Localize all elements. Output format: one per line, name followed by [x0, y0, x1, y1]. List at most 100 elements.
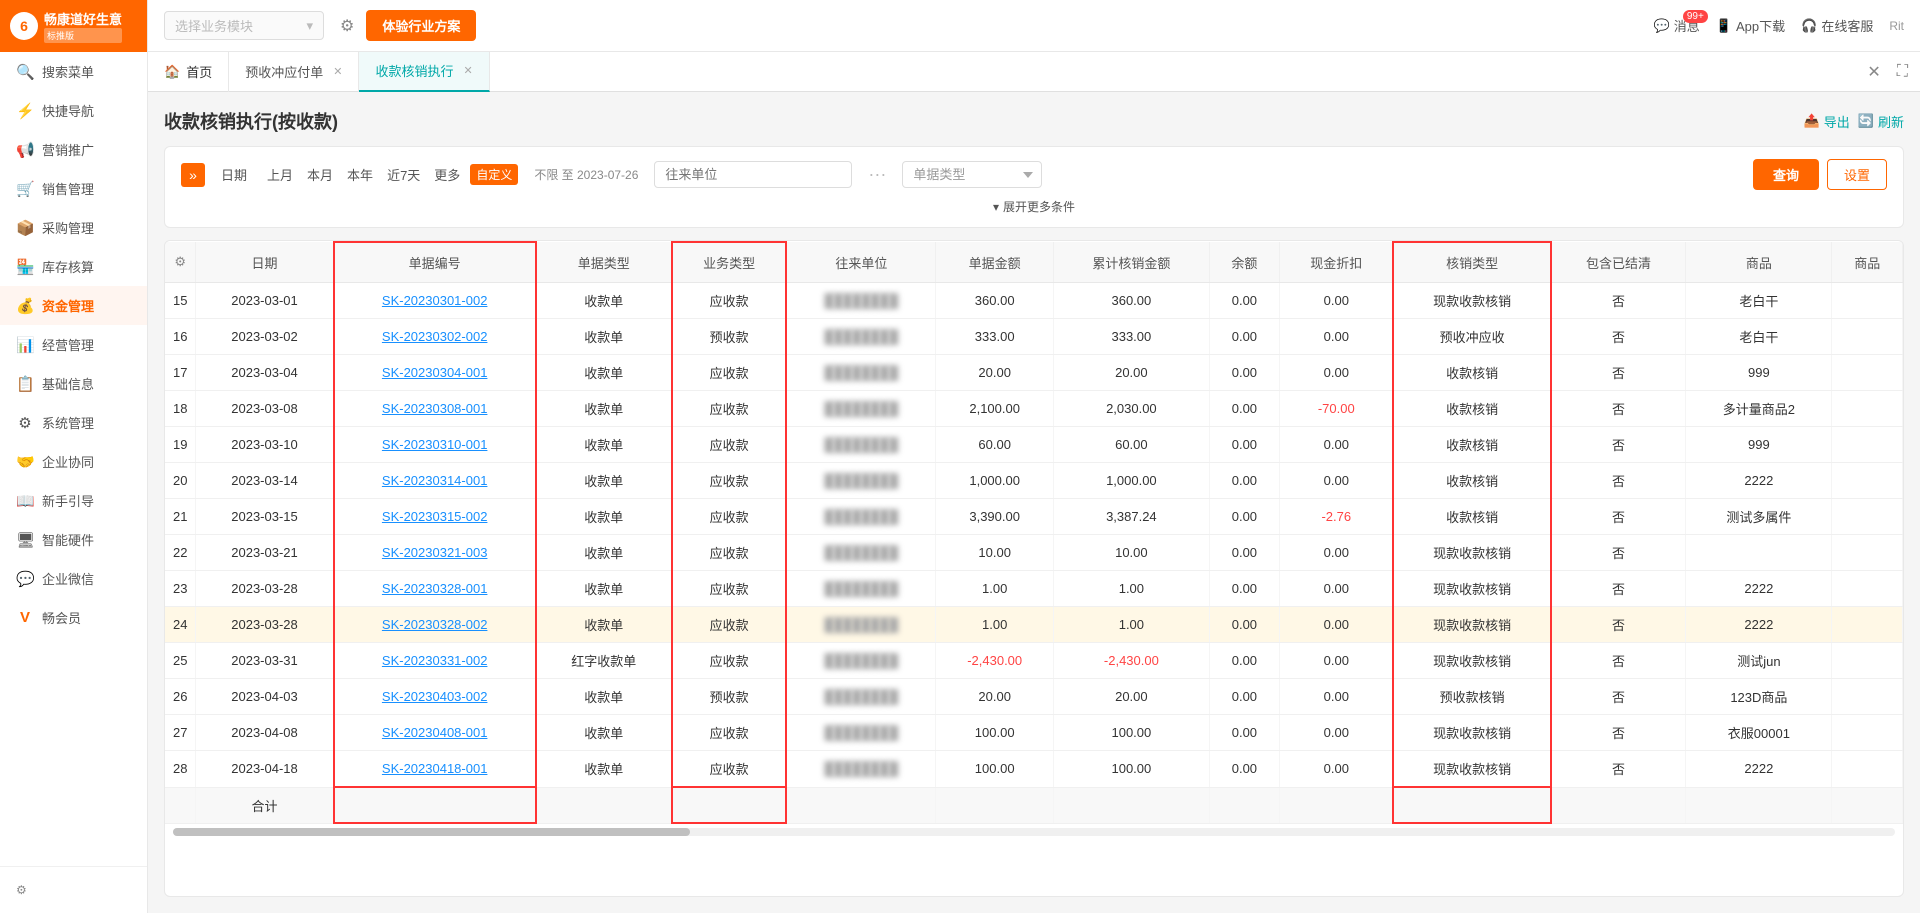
date-last-month[interactable]: 上月 [263, 163, 297, 186]
industry-solution-button[interactable]: 体验行业方案 [366, 10, 476, 41]
date-custom-btn[interactable]: 自定义 [470, 164, 518, 185]
row-date: 2023-03-10 [196, 427, 334, 463]
sidebar-item-purchase[interactable]: 📦 采购管理 [0, 208, 147, 247]
phone-icon: 📱 [1716, 18, 1732, 34]
guide-icon: 📖 [16, 492, 34, 510]
filter-dots[interactable]: ··· [868, 164, 886, 185]
sidebar-item-guide[interactable]: 📖 新手引导 [0, 481, 147, 520]
doc-no-link[interactable]: SK-20230418-001 [382, 761, 488, 776]
expand-more-row: ▾ 展开更多条件 [181, 198, 1887, 215]
row-date: 2023-03-08 [196, 391, 334, 427]
row-doc-no: SK-20230310-001 [334, 427, 536, 463]
doc-no-link[interactable]: SK-20230301-002 [382, 293, 488, 308]
sidebar-item-marketing[interactable]: 📢 营销推广 [0, 130, 147, 169]
date-this-year[interactable]: 本年 [343, 163, 377, 186]
filter-expand-button[interactable]: » [181, 163, 205, 187]
row-goods [1686, 535, 1832, 571]
sidebar-item-finance[interactable]: 💰 资金管理 [0, 286, 147, 325]
doc-no-link[interactable]: SK-20230315-002 [382, 509, 488, 524]
page-title: 收款核销执行(按收款) [164, 108, 338, 134]
table-row: 15 2023-03-01 SK-20230301-002 收款单 应收款 ██… [165, 283, 1903, 319]
sidebar-settings-btn[interactable]: ⚙ [0, 875, 147, 905]
row-cancel-type: 收款核销 [1393, 499, 1550, 535]
col-cancel-type-header: 核销类型 [1393, 242, 1550, 283]
row-partner: ████████ [786, 715, 935, 751]
doc-no-link[interactable]: SK-20230304-001 [382, 365, 488, 380]
logo-char: 6 [20, 18, 28, 34]
sidebar-item-label: 畅会员 [42, 608, 81, 627]
doc-no-link[interactable]: SK-20230321-003 [382, 545, 488, 560]
tab-prepay[interactable]: 预收冲应付单 ✕ [229, 52, 359, 92]
partner-input[interactable] [654, 161, 852, 188]
date-this-month[interactable]: 本月 [303, 163, 337, 186]
col-settings-header[interactable]: ⚙ [165, 242, 196, 283]
doc-no-link[interactable]: SK-20230308-001 [382, 401, 488, 416]
tab-close-collection[interactable]: ✕ [463, 64, 472, 77]
message-btn[interactable]: 💬 消息 99+ [1654, 16, 1700, 35]
refresh-button[interactable]: 🔄 刷新 [1858, 112, 1904, 131]
main-content: 选择业务模块 ▾ ⚙ 体验行业方案 💬 消息 99+ 📱 App下载 🎧 在线客… [148, 0, 1920, 913]
doc-no-link[interactable]: SK-20230314-001 [382, 473, 488, 488]
sidebar-item-search[interactable]: 🔍 搜索菜单 [0, 52, 147, 91]
sidebar-item-inventory[interactable]: 🏪 库存核算 [0, 247, 147, 286]
home-icon: 🏠 [164, 64, 180, 80]
tab-home[interactable]: 🏠 首页 [148, 52, 229, 92]
tab-collection[interactable]: 收款核销执行 ✕ [359, 52, 489, 92]
basic-icon: 📋 [16, 375, 34, 393]
export-button[interactable]: 📤 导出 [1804, 112, 1850, 131]
filter-panel: » 日期 上月 本月 本年 近7天 更多 自定义 不限 至 2023-07-26… [164, 146, 1904, 228]
doc-no-link[interactable]: SK-20230328-002 [382, 617, 488, 632]
row-balance: 0.00 [1209, 355, 1279, 391]
expand-more-button[interactable]: ▾ 展开更多条件 [993, 198, 1075, 215]
sidebar-item-label: 营销推广 [42, 140, 94, 159]
close-all-tabs-icon[interactable]: ✕ [1863, 58, 1884, 86]
scrollbar-thumb[interactable] [173, 828, 690, 836]
horizontal-scrollbar[interactable] [173, 828, 1895, 836]
sidebar-item-quicknav[interactable]: ⚡ 快捷导航 [0, 91, 147, 130]
doc-no-link[interactable]: SK-20230328-001 [382, 581, 488, 596]
sidebar-item-member[interactable]: V 畅会员 [0, 598, 147, 637]
date-last-7-days[interactable]: 近7天 [383, 163, 424, 186]
row-doc-type: 收款单 [536, 715, 672, 751]
doc-no-link[interactable]: SK-20230331-002 [382, 653, 488, 668]
date-more[interactable]: 更多 [430, 163, 464, 186]
sidebar-item-system[interactable]: ⚙ 系统管理 [0, 403, 147, 442]
row-index: 23 [165, 571, 196, 607]
col-cash-discount-header: 现金折扣 [1280, 242, 1394, 283]
app-download-btn[interactable]: 📱 App下载 [1716, 16, 1785, 35]
filter-action-btns: 查询 设置 [1753, 159, 1887, 190]
module-select[interactable]: 选择业务模块 ▾ [164, 11, 324, 40]
doc-type-select[interactable]: 单据类型 [902, 161, 1042, 188]
row-amount: 10.00 [936, 535, 1054, 571]
row-partner: ████████ [786, 391, 935, 427]
sidebar-item-cooperation[interactable]: 🤝 企业协同 [0, 442, 147, 481]
gear-icon[interactable]: ⚙ [340, 16, 354, 36]
row-goods2 [1832, 571, 1903, 607]
page-actions: 📤 导出 🔄 刷新 [1804, 112, 1904, 131]
online-service-btn[interactable]: 🎧 在线客服 [1801, 16, 1873, 35]
sidebar-item-hardware[interactable]: 🖥 智能硬件 [0, 520, 147, 559]
tab-close-prepay[interactable]: ✕ [333, 65, 342, 78]
row-balance: 0.00 [1209, 319, 1279, 355]
query-button[interactable]: 查询 [1753, 159, 1819, 190]
row-cancel-type: 现款收款核销 [1393, 607, 1550, 643]
sidebar-item-wechat[interactable]: 💬 企业微信 [0, 559, 147, 598]
doc-no-link[interactable]: SK-20230403-002 [382, 689, 488, 704]
doc-no-link[interactable]: SK-20230408-001 [382, 725, 488, 740]
row-biz-type: 应收款 [672, 283, 787, 319]
sidebar-item-sales[interactable]: 🛒 销售管理 [0, 169, 147, 208]
row-doc-no: SK-20230403-002 [334, 679, 536, 715]
row-index: 22 [165, 535, 196, 571]
settings-button[interactable]: 设置 [1827, 159, 1887, 190]
sidebar-item-basic[interactable]: 📋 基础信息 [0, 364, 147, 403]
footer-biz-type [672, 787, 787, 823]
system-icon: ⚙ [16, 414, 34, 432]
maximize-icon[interactable]: ⛶ [1893, 59, 1912, 85]
row-doc-no: SK-20230418-001 [334, 751, 536, 788]
doc-no-link[interactable]: SK-20230302-002 [382, 329, 488, 344]
partner-blurred: ████████ [825, 293, 899, 308]
doc-no-link[interactable]: SK-20230310-001 [382, 437, 488, 452]
sidebar-item-operations[interactable]: 📊 经营管理 [0, 325, 147, 364]
finance-icon: 💰 [16, 297, 34, 315]
footer-balance [1209, 787, 1279, 823]
